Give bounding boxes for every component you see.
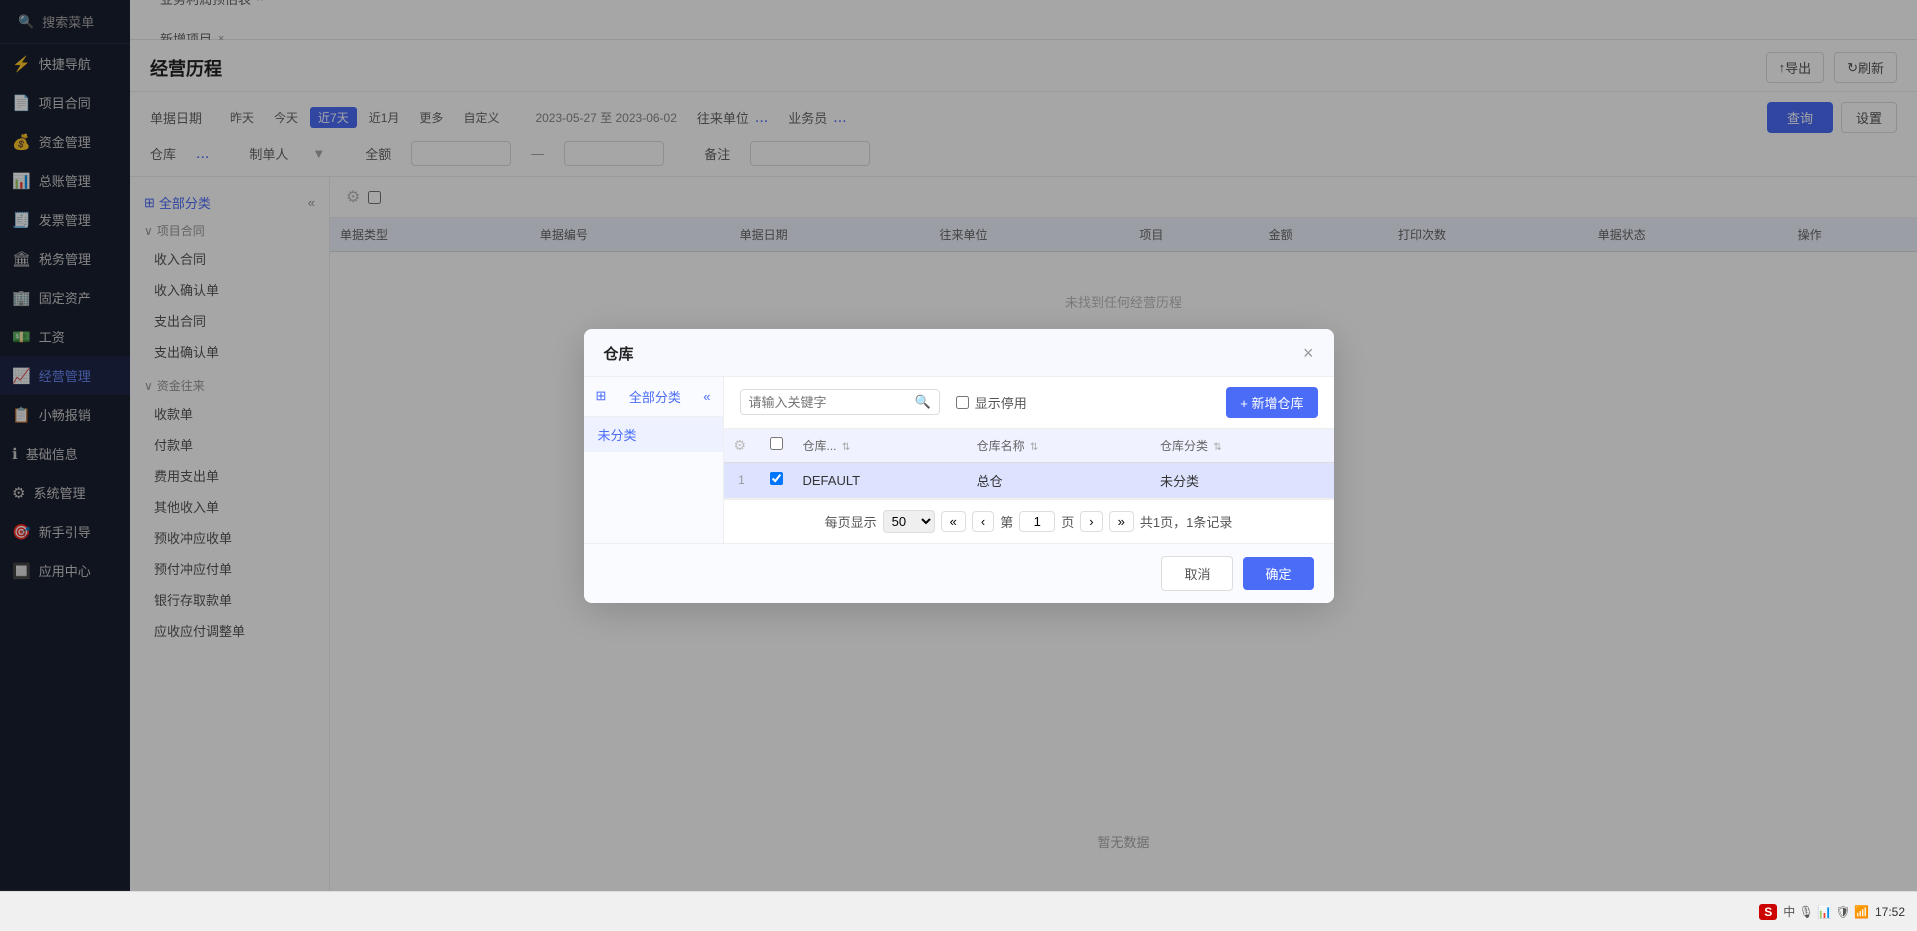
- dialog-page-input[interactable]: [1019, 511, 1055, 532]
- dialog-select-all[interactable]: [770, 437, 783, 450]
- dialog-toolbar: 🔍 显示停用 + 新增仓库: [724, 377, 1334, 429]
- add-warehouse-button[interactable]: + 新增仓库: [1226, 387, 1317, 418]
- taskbar: S 中 🎙 📊 🛡 📶 17:52: [0, 891, 1917, 931]
- dialog-page-unit: 页: [1061, 512, 1074, 531]
- taskbar-right: S 中 🎙 📊 🛡 📶 17:52: [1759, 903, 1905, 920]
- dialog-th-settings: ⚙: [724, 429, 760, 463]
- row-check-0[interactable]: [760, 462, 793, 498]
- row-category-0: 未分类: [1150, 462, 1333, 498]
- settings-col-icon[interactable]: ⚙: [734, 437, 747, 453]
- warehouse-dialog: 仓库 × ⊞ 全部分类 « 未分类: [584, 329, 1334, 603]
- modal-overlay: 仓库 × ⊞ 全部分类 « 未分类: [0, 0, 1917, 931]
- col-name-label: 仓库名称: [977, 439, 1025, 453]
- dialog-first-page[interactable]: «: [941, 511, 966, 532]
- dialog-total-label: 共1页，1条记录: [1140, 512, 1232, 531]
- dialog-next-page[interactable]: ›: [1080, 511, 1102, 532]
- dialog-table-body: 1 DEFAULT 总仓 未分类: [724, 462, 1334, 498]
- dialog-page-size-select[interactable]: 50100: [883, 510, 935, 533]
- dialog-table-container: ⚙ 仓库... ⇅: [724, 429, 1334, 499]
- dialog-th-name: 仓库名称 ⇅: [967, 429, 1150, 463]
- show-disabled-text: 显示停用: [975, 393, 1027, 412]
- dialog-prev-page[interactable]: ‹: [972, 511, 994, 532]
- dialog-sidebar-item-label: 未分类: [598, 428, 637, 443]
- dialog-search: 🔍: [740, 389, 940, 415]
- dialog-th-category: 仓库分类 ⇅: [1150, 429, 1333, 463]
- taskbar-icons: 中 🎙 📊 🛡 📶: [1783, 903, 1869, 920]
- dialog-main: 🔍 显示停用 + 新增仓库: [724, 377, 1334, 543]
- dialog-sidebar-scroll: 未分类: [584, 417, 723, 543]
- dialog-header: 仓库 ×: [584, 329, 1334, 377]
- dialog-body: ⊞ 全部分类 « 未分类: [584, 377, 1334, 543]
- col-category-label: 仓库分类: [1160, 439, 1208, 453]
- row-num-0: 1: [724, 462, 760, 498]
- dialog-sidebar-collapse[interactable]: «: [703, 389, 710, 404]
- show-disabled-label[interactable]: 显示停用: [956, 393, 1027, 412]
- col-code-label: 仓库...: [803, 439, 837, 453]
- dialog-last-page[interactable]: »: [1109, 511, 1134, 532]
- dialog-sidebar-all-label: 全部分类: [629, 387, 681, 406]
- dialog-table-header-row: ⚙ 仓库... ⇅: [724, 429, 1334, 463]
- dialog-page-label: 第: [1000, 512, 1013, 531]
- dialog-sidebar: ⊞ 全部分类 « 未分类: [584, 377, 724, 543]
- sort-icon-category[interactable]: ⇅: [1213, 442, 1221, 453]
- dialog-table-row[interactable]: 1 DEFAULT 总仓 未分类: [724, 462, 1334, 498]
- search-icon-dialog: 🔍: [915, 394, 931, 410]
- sort-icon-code[interactable]: ⇅: [842, 442, 850, 453]
- taskbar-badge: S: [1759, 904, 1777, 920]
- dialog-sidebar-all[interactable]: ⊞ 全部分类 «: [584, 377, 723, 417]
- dialog-title: 仓库: [604, 343, 634, 364]
- dialog-search-input[interactable]: [749, 395, 909, 410]
- taskbar-time: 17:52: [1875, 905, 1905, 919]
- dialog-pagination: 每页显示 50100 « ‹ 第 页 › » 共1页，1条记录: [724, 499, 1334, 543]
- show-disabled-checkbox[interactable]: [956, 396, 969, 409]
- dialog-th-code: 仓库... ⇅: [793, 429, 967, 463]
- grid-icon-dialog: ⊞: [596, 388, 607, 404]
- row-code-0: DEFAULT: [793, 462, 967, 498]
- cancel-button[interactable]: 取消: [1161, 556, 1233, 591]
- dialog-page-size-label: 每页显示: [825, 512, 877, 531]
- sort-icon-name[interactable]: ⇅: [1030, 442, 1038, 453]
- dialog-close-button[interactable]: ×: [1303, 343, 1314, 364]
- dialog-sidebar-item-uncategorized[interactable]: 未分类: [584, 417, 723, 452]
- dialog-table: ⚙ 仓库... ⇅: [724, 429, 1334, 499]
- confirm-button[interactable]: 确定: [1243, 557, 1313, 590]
- row-name-0: 总仓: [967, 462, 1150, 498]
- dialog-th-checkbox: [760, 429, 793, 463]
- dialog-footer: 取消 确定: [584, 543, 1334, 603]
